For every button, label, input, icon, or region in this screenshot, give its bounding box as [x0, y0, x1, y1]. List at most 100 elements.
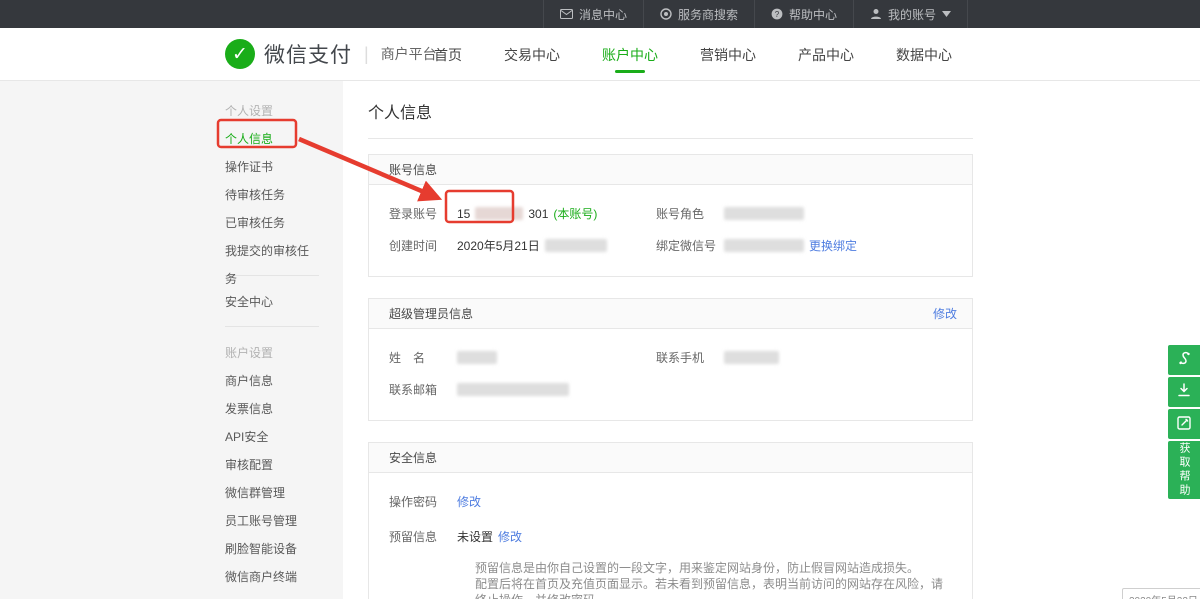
- sidebar-item-invoice-info[interactable]: 发票信息: [225, 395, 319, 423]
- login-account-suffix: 301: [528, 207, 548, 221]
- admin-email-label: 联系邮箱: [389, 381, 457, 398]
- redacted-value: [457, 383, 569, 396]
- sidebar-item-merchant-info[interactable]: 商户信息: [225, 367, 319, 395]
- main-nav: 首页 交易中心 账户中心 营销中心 产品中心 数据中心: [413, 28, 973, 81]
- svg-text:?: ?: [775, 10, 780, 19]
- topbar-item-label: 我的账号: [888, 6, 936, 23]
- wechat-pay-logo-icon: ✓: [225, 39, 255, 69]
- topbar-item-my-account[interactable]: 我的账号: [853, 0, 968, 28]
- chevron-down-icon: [942, 11, 951, 17]
- reserve-info-label: 预留信息: [389, 528, 457, 545]
- nav-tab-account-center[interactable]: 账户中心: [581, 28, 679, 81]
- sidebar-item-operation-certificate[interactable]: 操作证书: [225, 153, 319, 181]
- bound-wechat-label: 绑定微信号: [656, 237, 724, 254]
- current-account-tag: (本账号): [553, 205, 597, 222]
- admin-phone-label: 联系手机: [656, 349, 724, 366]
- sidebar-item-face-smart-device[interactable]: 刷脸智能设备: [225, 535, 319, 563]
- sidebar-item-staff-account-mgmt[interactable]: 员工账号管理: [225, 507, 319, 535]
- sidebar-item-my-submitted-tasks[interactable]: 我提交的审核任务: [225, 237, 319, 265]
- modify-password-link[interactable]: 修改: [457, 493, 481, 510]
- admin-phone-value: [724, 351, 779, 364]
- modify-admin-link[interactable]: 修改: [933, 305, 957, 322]
- admin-name-label: 姓 名: [389, 349, 457, 366]
- nav-tab-marketing-center[interactable]: 营销中心: [679, 28, 777, 81]
- change-binding-link[interactable]: 更换绑定: [809, 237, 857, 254]
- mail-icon: [560, 9, 573, 19]
- topbar-item-help[interactable]: ? 帮助中心: [754, 0, 853, 28]
- super-admin-panel-body: 姓 名 联系手机 联系邮箱: [369, 329, 972, 420]
- topbar-item-label: 服务商搜索: [678, 6, 738, 23]
- admin-name-value: [457, 351, 497, 364]
- page-title: 个人信息: [368, 81, 973, 139]
- sidebar-item-api-security[interactable]: API安全: [225, 423, 319, 451]
- account-info-panel-header: 账号信息: [369, 155, 972, 185]
- reserve-info-description: 预留信息是由你自己设置的一段文字，用来鉴定网站身份，防止假冒网站造成损失。 配置…: [475, 560, 952, 599]
- topbar: 消息中心 服务商搜索 ? 帮助中心 我的账号: [0, 0, 1200, 28]
- account-role-label: 账号角色: [656, 205, 724, 222]
- login-account-value: 15 301 (本账号): [457, 205, 597, 222]
- feedback-button[interactable]: [1168, 409, 1200, 439]
- main-content: 个人信息 账号信息 登录账号 15 301 (本账号) 账号角色: [368, 81, 973, 599]
- sidebar-item-pending-review-tasks[interactable]: 待审核任务: [225, 181, 319, 209]
- operation-password-label: 操作密码: [389, 493, 457, 510]
- created-time-value: 2020年5月21日: [457, 237, 607, 254]
- search-icon: [660, 8, 672, 20]
- sidebar-item-wechat-group-mgmt[interactable]: 微信群管理: [225, 479, 319, 507]
- sidebar-item-personal-info[interactable]: 个人信息: [225, 125, 319, 153]
- topbar-item-label: 消息中心: [579, 6, 627, 23]
- redacted-value: [724, 207, 804, 220]
- modify-reserve-link[interactable]: 修改: [498, 528, 522, 545]
- date-tooltip: 2020年5月22日: [1122, 588, 1200, 599]
- redacted-value: [457, 351, 497, 364]
- account-info-panel-body: 登录账号 15 301 (本账号) 账号角色 创建时间 2020年5月21日: [369, 185, 972, 276]
- redacted-value: [724, 351, 779, 364]
- super-admin-panel: 超级管理员信息 修改 姓 名 联系手机 联系邮箱: [368, 298, 973, 421]
- topbar-item-label: 帮助中心: [789, 6, 837, 23]
- created-date: 2020年5月21日: [457, 237, 540, 254]
- sidebar-group-personal-settings: 个人设置: [225, 97, 319, 125]
- brand-separator: |: [364, 44, 369, 65]
- get-help-label: 获取帮助: [1176, 442, 1192, 498]
- brand: ✓ 微信支付 | 商户平台: [225, 39, 437, 69]
- nav-tab-transaction-center[interactable]: 交易中心: [483, 28, 581, 81]
- sidebar-item-security-center[interactable]: 安全中心: [225, 288, 319, 316]
- admin-email-value: [457, 383, 569, 396]
- download-button[interactable]: [1168, 377, 1200, 407]
- account-role-value: [724, 207, 804, 220]
- nav-tab-product-center[interactable]: 产品中心: [777, 28, 875, 81]
- login-account-label: 登录账号: [389, 205, 457, 222]
- floating-help-widget: 获取帮助: [1168, 345, 1200, 501]
- super-admin-panel-header: 超级管理员信息 修改: [369, 299, 972, 329]
- get-help-button[interactable]: 获取帮助: [1168, 441, 1200, 499]
- account-info-panel: 账号信息 登录账号 15 301 (本账号) 账号角色 创建时间: [368, 154, 973, 277]
- header: ✓ 微信支付 | 商户平台 首页 交易中心 账户中心 营销中心 产品中心 数据中…: [0, 28, 1200, 81]
- nav-tab-home[interactable]: 首页: [413, 28, 483, 81]
- sidebar-item-wechat-merchant-terminal[interactable]: 微信商户终端: [225, 563, 319, 591]
- topbar-menu: 消息中心 服务商搜索 ? 帮助中心 我的账号: [543, 0, 968, 28]
- panel-title: 超级管理员信息: [389, 305, 473, 322]
- nav-tab-data-center[interactable]: 数据中心: [875, 28, 973, 81]
- security-info-panel-header: 安全信息: [369, 443, 972, 473]
- link-button[interactable]: [1168, 345, 1200, 375]
- description-line: 预留信息是由你自己设置的一段文字，用来鉴定网站身份，防止假冒网站造成损失。: [475, 560, 952, 576]
- redacted-value: [545, 239, 607, 252]
- sidebar-item-review-config[interactable]: 审核配置: [225, 451, 319, 479]
- description-line: 配置后将在首页及充值页面显示。若未看到预留信息，表明当前访问的网站存在风险，请终…: [475, 576, 952, 599]
- topbar-item-messages[interactable]: 消息中心: [543, 0, 643, 28]
- link-icon: [1177, 351, 1191, 370]
- sidebar: 个人设置 个人信息 操作证书 待审核任务 已审核任务 我提交的审核任务 安全中心…: [0, 81, 343, 599]
- bound-wechat-value: 更换绑定: [724, 237, 857, 254]
- created-time-label: 创建时间: [389, 237, 457, 254]
- login-account-prefix: 15: [457, 207, 470, 221]
- user-icon: [870, 8, 882, 20]
- edit-icon: [1177, 416, 1191, 433]
- security-info-panel: 安全信息 操作密码 修改 预留信息 未设置 修改 预留信息是由你自己设: [368, 442, 973, 599]
- sidebar-divider: [225, 326, 319, 327]
- security-info-panel-body: 操作密码 修改 预留信息 未设置 修改 预留信息是由你自己设置的一段文字，用来鉴…: [369, 473, 972, 599]
- topbar-item-provider-search[interactable]: 服务商搜索: [643, 0, 754, 28]
- brand-name: 微信支付: [264, 39, 352, 69]
- redacted-value: [475, 207, 523, 220]
- reserve-info-value: 未设置: [457, 528, 493, 545]
- sidebar-item-reviewed-tasks[interactable]: 已审核任务: [225, 209, 319, 237]
- panel-title: 安全信息: [389, 449, 437, 466]
